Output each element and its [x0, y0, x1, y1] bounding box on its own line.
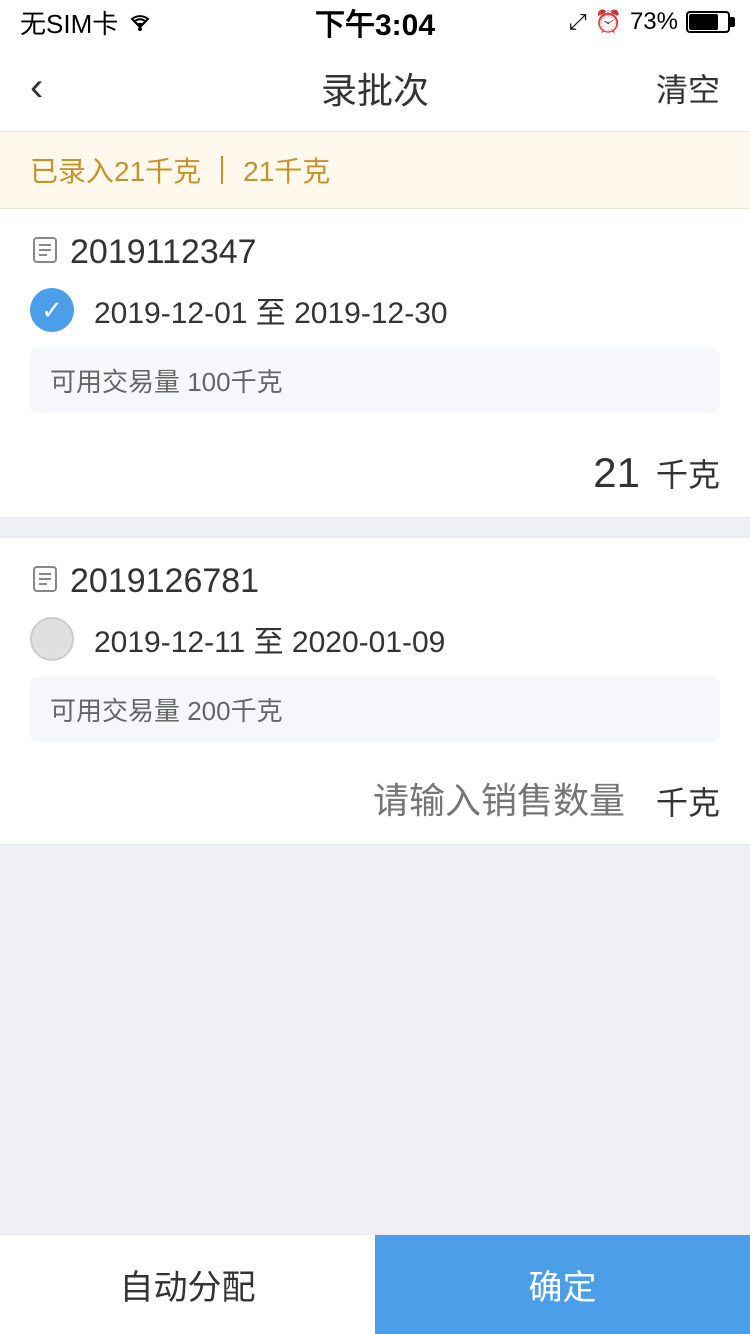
radio-2[interactable] [30, 617, 74, 661]
batch-row-2: 2019-12-11 至 2020-01-09 [30, 617, 720, 661]
back-button[interactable]: ‹ [30, 65, 43, 110]
banner-divider [221, 156, 223, 184]
info-banner: 已录入21千克 21千克 [0, 132, 750, 209]
batch-id-2: 2019126781 [70, 562, 259, 601]
status-bar-left: 无SIM卡 [20, 4, 154, 41]
location-icon: ⤢ [569, 9, 587, 35]
total-qty: 21千克 [243, 150, 330, 190]
auto-distribute-button[interactable]: 自动分配 [0, 1235, 375, 1334]
available-qty-2: 可用交易量 200千克 [30, 677, 720, 742]
batch-item-1: 2019112347 ✓ 2019-12-01 至 2019-12-30 可用交… [0, 209, 750, 518]
qty-input-row-1: 21 千克 [0, 433, 750, 518]
batch-item-2: 2019126781 2019-12-11 至 2020-01-09 可用交易量… [0, 538, 750, 845]
section-separator [0, 518, 750, 538]
page-title: 录批次 [321, 62, 429, 114]
batch-id-icon-2 [30, 563, 60, 601]
date-range-2: 2019-12-11 至 2020-01-09 [94, 617, 445, 661]
confirm-button[interactable]: 确定 [375, 1235, 750, 1334]
clear-button[interactable]: 清空 [656, 65, 720, 111]
batch-id-1: 2019112347 [70, 233, 257, 272]
qty-input-2[interactable] [340, 780, 640, 822]
status-bar-right: ⤢ ⏰ 73% [569, 8, 730, 36]
battery-percentage: 73% [630, 8, 678, 36]
status-bar: 无SIM卡 下午3:04 ⤢ ⏰ 73% [0, 0, 750, 44]
bottom-buttons: 自动分配 确定 [0, 1234, 750, 1334]
nav-bar: ‹ 录批次 清空 [0, 44, 750, 132]
qty-unit-2: 千克 [656, 778, 720, 824]
qty-unit-1: 千克 [656, 450, 720, 496]
batch-row-1: ✓ 2019-12-01 至 2019-12-30 [30, 288, 720, 332]
qty-value-1: 21 [593, 449, 640, 497]
radio-1[interactable]: ✓ [30, 288, 74, 332]
wifi-icon [126, 7, 154, 38]
carrier-label: 无SIM卡 [20, 4, 118, 41]
recorded-qty: 已录入21千克 [30, 150, 201, 190]
check-icon-1: ✓ [41, 295, 63, 326]
available-qty-1: 可用交易量 100千克 [30, 348, 720, 413]
alarm-icon: ⏰ [595, 9, 622, 35]
battery-icon [686, 11, 730, 33]
qty-input-row-2[interactable]: 千克 [0, 762, 750, 845]
date-range-1: 2019-12-01 至 2019-12-30 [94, 288, 448, 332]
batch-id-icon-1 [30, 234, 60, 272]
status-bar-time: 下午3:04 [315, 0, 435, 44]
